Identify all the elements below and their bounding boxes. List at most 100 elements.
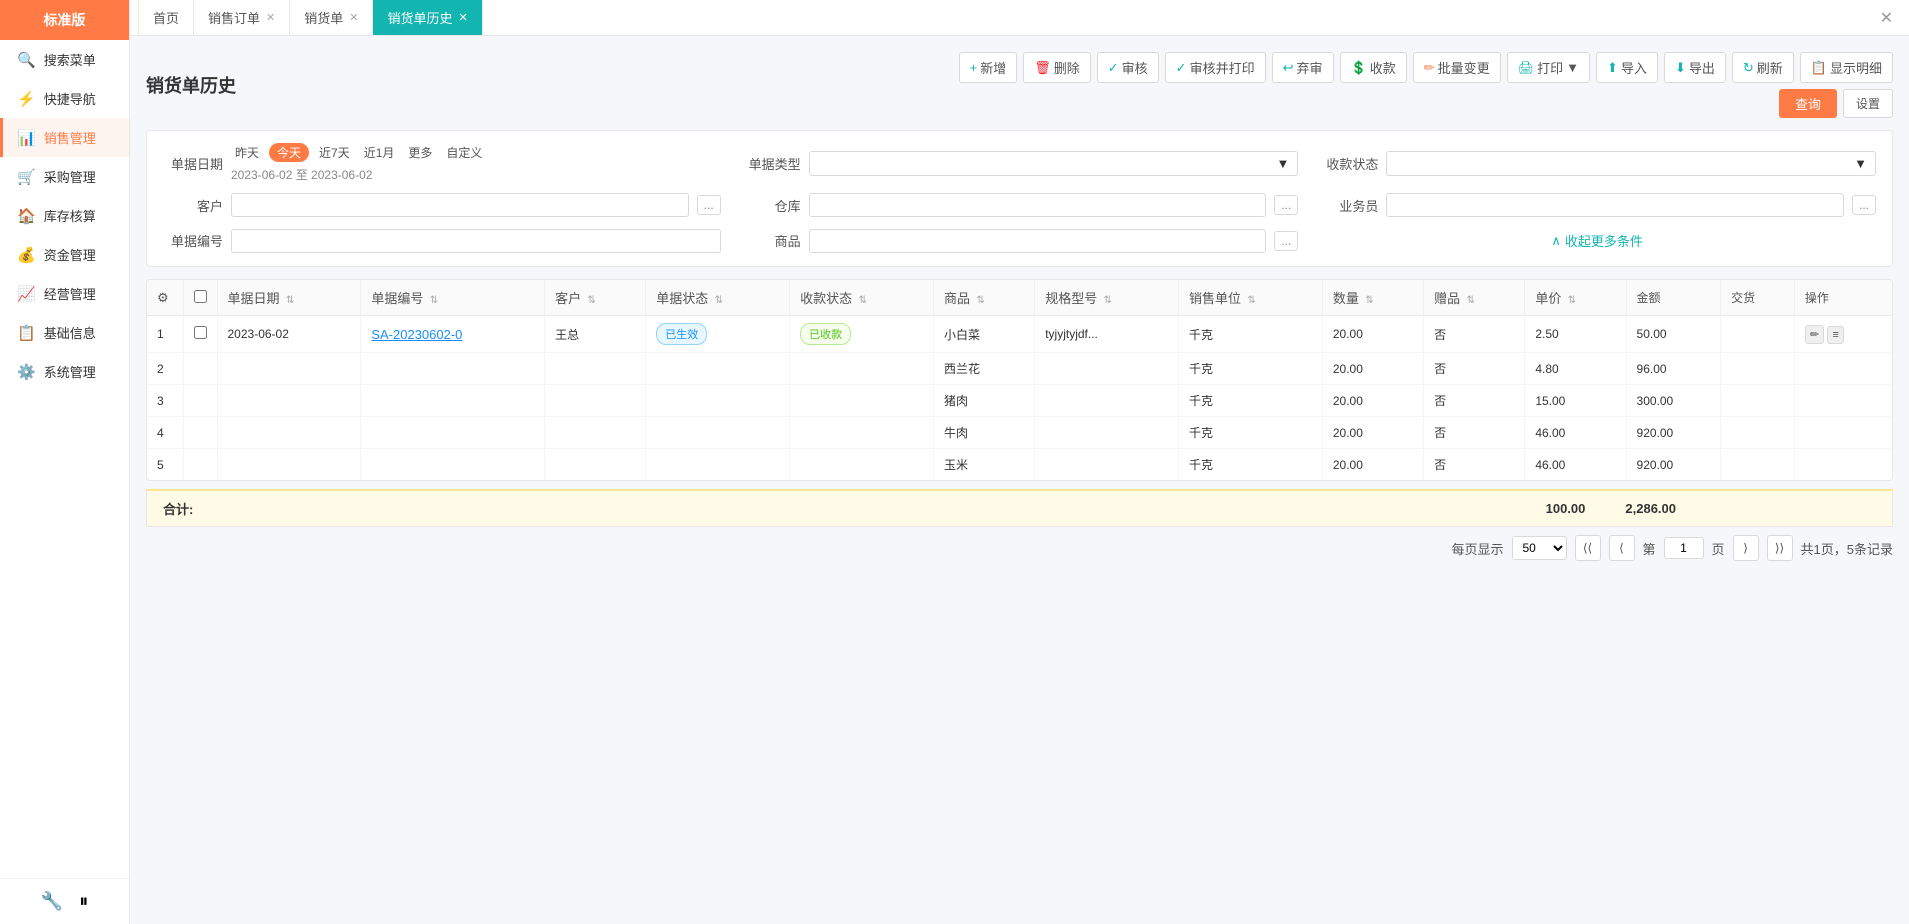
doc-number-input[interactable] [231,229,721,253]
staff-input[interactable] [1386,193,1844,217]
cell-actions [1794,385,1892,417]
th-unit-price[interactable]: 单价 ⇅ [1525,280,1626,316]
shortcut-yesterday[interactable]: 昨天 [231,143,263,162]
settings-bottom-icon[interactable]: 🔧 [41,891,63,912]
th-payment-status[interactable]: 收款状态 ⇅ [790,280,934,316]
staff-more-btn[interactable]: ... [1852,195,1876,215]
tab-sales-delivery-history[interactable]: 销货单历史 ✕ [373,0,482,35]
add-button[interactable]: + 新增 [959,52,1018,83]
tab-sales-delivery[interactable]: 销货单 ✕ [290,0,373,35]
sidebar-item-system-mgmt[interactable]: ⚙️ 系统管理 [0,352,129,391]
customer-more-btn[interactable]: ... [697,195,721,215]
doc-type-label: 单据类型 [741,154,801,173]
date-range: 2023-06-02 至 2023-06-02 [231,166,721,183]
prev-page-button[interactable]: ⟨ [1609,535,1635,561]
page-number-input[interactable]: 1 [1664,537,1704,559]
th-doc-number[interactable]: 单据编号 ⇅ [361,280,545,316]
page-size-label: 每页显示 [1451,539,1503,558]
cell-trade [1721,449,1795,481]
show-detail-button[interactable]: 📋 显示明细 [1800,52,1893,83]
money-icon: 💰 [17,246,36,264]
shortcut-last1m[interactable]: 近1月 [360,143,399,162]
review-button[interactable]: ✓ 审核 [1097,52,1159,83]
import-button[interactable]: ⬆ 导入 [1596,52,1658,83]
select-all-checkbox[interactable] [194,290,207,303]
pause-icon[interactable]: ⏸ [79,891,88,912]
shortcut-more[interactable]: 更多 [404,143,436,162]
table-row: 1 2023-06-02 SA-20230602-0 王总 已生效 已收款 小白… [147,316,1892,353]
more-action[interactable]: ≡ [1827,326,1843,344]
page-size-select[interactable]: 50 100 200 [1512,536,1567,560]
tab-close-sales-order[interactable]: ✕ [266,11,275,24]
tab-close-sales-delivery-history[interactable]: ✕ [459,11,468,24]
sidebar-item-finance-mgmt[interactable]: 💰 资金管理 [0,235,129,274]
payment-status-select[interactable]: ▼ [1386,151,1876,176]
settings-icon: ⚙ [157,290,169,305]
cell-doc-status [646,449,790,481]
sidebar-item-sales-mgmt[interactable]: 📊 销售管理 [0,118,129,157]
shortcut-last7[interactable]: 近7天 [315,143,354,162]
warehouse-input[interactable] [809,193,1267,217]
tab-close-sales-delivery[interactable]: ✕ [349,11,358,24]
sidebar-item-basic-info[interactable]: 📋 基础信息 [0,313,129,352]
settings-button[interactable]: 设置 [1843,89,1893,118]
cell-gift: 否 [1424,449,1525,481]
delete-button[interactable]: 🗑 删除 [1023,52,1091,83]
tab-sales-order[interactable]: 销售订单 ✕ [194,0,290,35]
th-doc-status[interactable]: 单据状态 ⇅ [646,280,790,316]
next-page-button[interactable]: ⟩ [1733,535,1759,561]
th-doc-date[interactable]: 单据日期 ⇅ [217,280,361,316]
th-product[interactable]: 商品 ⇅ [933,280,1034,316]
collapse-button[interactable]: ∧ 收起更多条件 [1547,227,1647,254]
delete-icon: 🗑 [1034,60,1051,76]
page-label: 第 [1643,539,1656,558]
tab-home[interactable]: 首页 [138,0,194,35]
product-input[interactable] [809,229,1267,253]
first-page-button[interactable]: ⟨⟨ [1575,535,1601,561]
cell-customer [545,385,646,417]
review-print-button[interactable]: ✓ 审核并打印 [1165,52,1266,83]
customer-input[interactable] [231,193,689,217]
sidebar-item-quick-nav[interactable]: ⚡ 快捷导航 [0,79,129,118]
print-button[interactable]: 🖨 打印 ▼ [1507,52,1590,83]
close-window-button[interactable]: ✕ [1872,4,1901,32]
doc-type-dropdown-icon: ▼ [1276,156,1289,171]
sort-quantity-icon: ⇅ [1365,295,1373,306]
gear-icon: ⚙️ [17,363,36,381]
collect-button[interactable]: 💲 收款 [1340,52,1407,83]
doc-type-select[interactable]: ▼ [809,151,1299,176]
cell-customer [545,353,646,385]
product-more-btn[interactable]: ... [1274,231,1298,251]
th-gear[interactable]: ⚙ [147,280,183,316]
cell-customer [545,449,646,481]
abandon-button[interactable]: ↩ 弃审 [1272,52,1334,83]
th-spec[interactable]: 规格型号 ⇅ [1035,280,1179,316]
sidebar-item-purchase-mgmt[interactable]: 🛒 采购管理 [0,157,129,196]
edit-action[interactable]: ✏ [1805,325,1824,344]
export-button[interactable]: ⬇ 导出 [1664,52,1726,83]
cell-trade [1721,417,1795,449]
th-customer[interactable]: 客户 ⇅ [545,280,646,316]
cell-unit-price: 46.00 [1525,417,1626,449]
shortcut-custom[interactable]: 自定义 [442,143,486,162]
cell-spec [1035,353,1179,385]
filter-doc-type: 单据类型 ▼ [741,151,1299,176]
shortcut-today[interactable]: 今天 [269,143,309,162]
query-button[interactable]: 查询 [1779,89,1837,118]
th-unit[interactable]: 销售单位 ⇅ [1179,280,1323,316]
sidebar-item-search-menu[interactable]: 🔍 搜索菜单 [0,40,129,79]
sidebar-item-operations-mgmt[interactable]: 📈 经营管理 [0,274,129,313]
batch-change-button[interactable]: ✏ 批量变更 [1413,52,1501,83]
th-gift[interactable]: 赠品 ⇅ [1424,280,1525,316]
cell-num: 5 [147,449,183,481]
batch-change-icon: ✏ [1424,60,1435,76]
refresh-button[interactable]: ↻ 刷新 [1732,52,1794,83]
row-checkbox[interactable] [194,326,207,339]
cell-gift: 否 [1424,353,1525,385]
warehouse-more-btn[interactable]: ... [1274,195,1298,215]
doc-number-link[interactable]: SA-20230602-0 [371,327,462,342]
th-quantity[interactable]: 数量 ⇅ [1322,280,1423,316]
last-page-button[interactable]: ⟩⟩ [1767,535,1793,561]
sidebar-item-inventory[interactable]: 🏠 库存核算 [0,196,129,235]
cell-payment-status: 已收款 [790,316,934,353]
